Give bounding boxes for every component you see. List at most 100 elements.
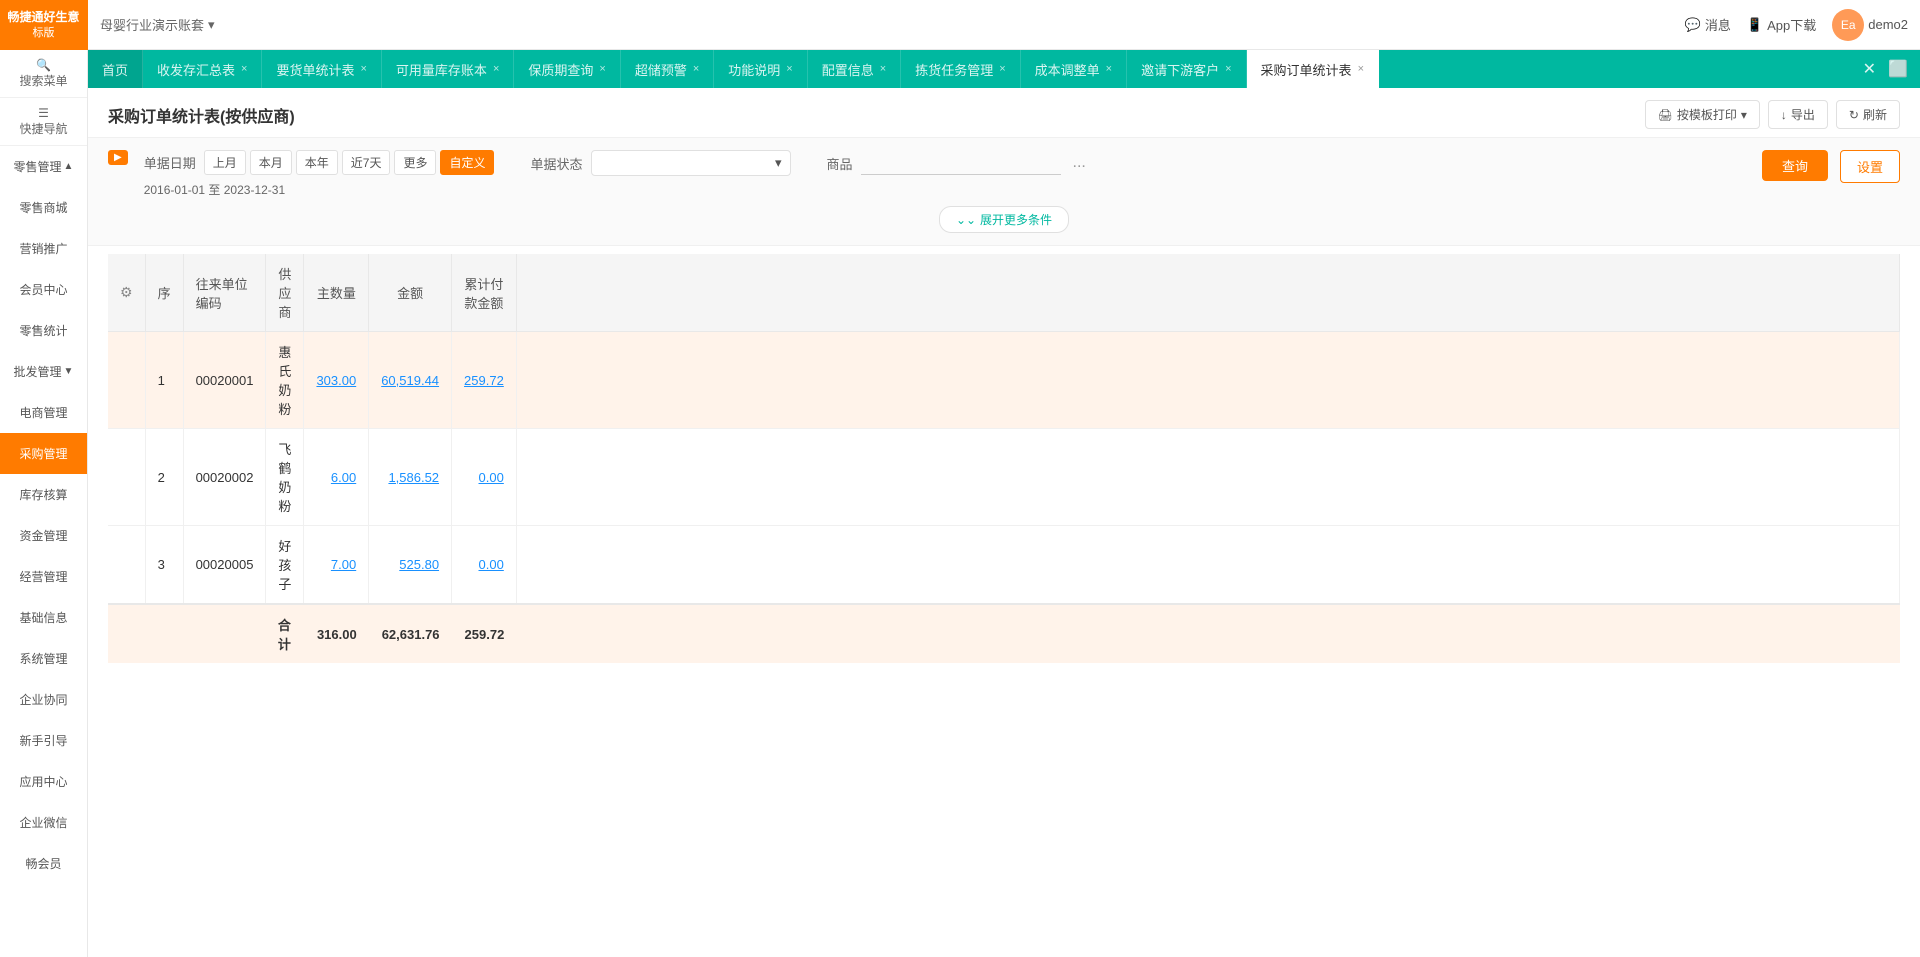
more-options-icon[interactable]: ... — [1073, 154, 1086, 172]
row-extra — [516, 526, 1899, 605]
sidebar-item-newbie[interactable]: 新手引导 — [0, 720, 87, 761]
print-button[interactable]: 🖨 按模板打印 ▾ — [1645, 100, 1760, 129]
sidebar: 畅捷通好生意标版 🔍 搜索菜单 ☰ 快捷导航 零售管理 ▲ 零售商城 营销推广 … — [0, 0, 88, 957]
close-icon[interactable]: × — [1358, 63, 1364, 75]
sidebar-item-label: 基础信息 — [19, 611, 67, 625]
row-amount[interactable]: 525.80 — [369, 526, 452, 605]
table-row[interactable]: 2 00020002 飞鹤奶粉 6.00 1,586.52 0.00 — [108, 429, 1900, 526]
settings-icon[interactable]: ⚙ — [120, 284, 133, 300]
tab-goods-stat[interactable]: 要货单统计表 × — [262, 50, 381, 88]
page-title: 采购订单统计表(按供应商) — [108, 103, 295, 127]
tab-home[interactable]: 首页 — [88, 50, 143, 88]
row-supplier: 飞鹤奶粉 — [266, 429, 304, 526]
nav-tabs-end: ✕ ⬜ — [1851, 59, 1920, 79]
row-amount[interactable]: 1,586.52 — [369, 429, 452, 526]
table-row[interactable]: 1 00020001 惠氏奶粉 303.00 60,519.44 259.72 — [108, 332, 1900, 429]
row-qty[interactable]: 6.00 — [304, 429, 369, 526]
date-btn-more[interactable]: 更多 — [394, 150, 436, 175]
sidebar-item-retail-stat[interactable]: 零售统计 — [0, 310, 87, 351]
tab-inventory-ledger[interactable]: 可用量库存账本 × — [382, 50, 514, 88]
sidebar-item-label: 采购管理 — [19, 447, 67, 461]
sidebar-item-operation[interactable]: 经营管理 — [0, 556, 87, 597]
sidebar-item-retail-shop[interactable]: 零售商城 — [0, 187, 87, 228]
sidebar-item-basic[interactable]: 基础信息 — [0, 597, 87, 638]
tab-cost-adjust[interactable]: 成本调整单 × — [1021, 50, 1127, 88]
row-settings-cell — [108, 332, 145, 429]
close-icon[interactable]: × — [1225, 63, 1231, 75]
query-button[interactable]: 查询 — [1762, 150, 1828, 181]
message-action[interactable]: 💬 消息 — [1685, 15, 1731, 34]
table-footer-row: 合计 316.00 62,631.76 259.72 — [108, 604, 1900, 663]
close-icon[interactable]: × — [999, 63, 1005, 75]
sidebar-quick-nav[interactable]: ☰ 快捷导航 — [0, 98, 87, 146]
tab-label: 要货单统计表 — [276, 60, 354, 79]
restore-window-icon[interactable]: ⬜ — [1884, 59, 1912, 79]
close-icon[interactable]: × — [786, 63, 792, 75]
app-download-action[interactable]: 📱 App下载 — [1747, 15, 1816, 34]
sidebar-item-member[interactable]: 会员中心 — [0, 269, 87, 310]
status-select[interactable]: ▾ — [591, 150, 791, 176]
date-btn-this-year[interactable]: 本年 — [296, 150, 338, 175]
row-index: 1 — [145, 332, 183, 429]
settings-button[interactable]: 设置 — [1840, 150, 1900, 183]
sidebar-item-label: 零售管理 — [14, 158, 62, 175]
date-btn-custom[interactable]: 自定义 — [440, 150, 494, 175]
sidebar-item-system[interactable]: 系统管理 — [0, 638, 87, 679]
close-icon[interactable]: × — [493, 63, 499, 75]
row-qty[interactable]: 303.00 — [304, 332, 369, 429]
col-settings[interactable]: ⚙ — [108, 254, 145, 332]
date-btn-7days[interactable]: 近7天 — [342, 150, 391, 175]
tab-expiry[interactable]: 保质期查询 × — [514, 50, 620, 88]
export-button[interactable]: ↓ 导出 — [1768, 100, 1828, 129]
footer-extra — [516, 604, 1899, 663]
logo[interactable]: 畅捷通好生意标版 — [0, 0, 88, 50]
sidebar-item-retail[interactable]: 零售管理 ▲ — [0, 146, 87, 187]
close-icon[interactable]: × — [1106, 63, 1112, 75]
expand-more-button[interactable]: ⌄⌄ 展开更多条件 — [939, 206, 1069, 233]
date-btn-this-month[interactable]: 本月 — [250, 150, 292, 175]
tab-overstock[interactable]: 超储预警 × — [621, 50, 714, 88]
sidebar-item-enterprise[interactable]: 企业协同 — [0, 679, 87, 720]
close-window-icon[interactable]: ✕ — [1859, 59, 1880, 79]
close-icon[interactable]: × — [599, 63, 605, 75]
sidebar-item-wechat[interactable]: 企业微信 — [0, 802, 87, 843]
sidebar-item-appstore[interactable]: 应用中心 — [0, 761, 87, 802]
tab-config-info[interactable]: 配置信息 × — [808, 50, 901, 88]
topbar-title-dropdown[interactable]: 母婴行业演示账套 ▾ — [100, 15, 215, 34]
tab-stock-task[interactable]: 拣货任务管理 × — [901, 50, 1020, 88]
filter-date-buttons: 上月 本月 本年 近7天 更多 自定义 — [204, 150, 495, 175]
tab-invite-downstream[interactable]: 邀请下游客户 × — [1127, 50, 1246, 88]
row-code: 00020002 — [183, 429, 266, 526]
chevron-up-icon: ▲ — [64, 161, 74, 172]
close-icon[interactable]: × — [693, 63, 699, 75]
close-icon[interactable]: × — [360, 63, 366, 75]
sidebar-item-finance[interactable]: 资金管理 — [0, 515, 87, 556]
close-icon[interactable]: × — [241, 63, 247, 75]
tab-collect-pay[interactable]: 收发存汇总表 × — [143, 50, 262, 88]
sidebar-item-ecommerce[interactable]: 电商管理 — [0, 392, 87, 433]
tab-feature-desc[interactable]: 功能说明 × — [714, 50, 807, 88]
row-paid[interactable]: 0.00 — [452, 526, 517, 605]
date-btn-last-month[interactable]: 上月 — [204, 150, 246, 175]
sidebar-item-wholesale[interactable]: 批发管理 ▼ — [0, 351, 87, 392]
user-profile[interactable]: Ea demo2 — [1832, 9, 1908, 41]
sidebar-item-marketing[interactable]: 营销推广 — [0, 228, 87, 269]
sidebar-item-member2[interactable]: 畅会员 — [0, 843, 87, 884]
close-icon[interactable]: × — [880, 63, 886, 75]
row-paid[interactable]: 0.00 — [452, 429, 517, 526]
row-qty[interactable]: 7.00 — [304, 526, 369, 605]
refresh-button[interactable]: ↻ 刷新 — [1836, 100, 1900, 129]
goods-input[interactable] — [861, 151, 1061, 175]
sidebar-item-purchase[interactable]: 采购管理 — [0, 433, 87, 474]
filter-toggle-icon[interactable]: ▶ — [108, 150, 128, 165]
chevron-down-icon: ▾ — [775, 155, 782, 171]
tab-purchase-stat[interactable]: 采购订单统计表 × — [1247, 50, 1379, 88]
row-amount[interactable]: 60,519.44 — [369, 332, 452, 429]
purchase-stat-table: ⚙ 序 往来单位编码 供应商 主数量 金额 累计付款金额 1 — [108, 254, 1900, 663]
sidebar-item-inventory[interactable]: 库存核算 — [0, 474, 87, 515]
table-row[interactable]: 3 00020005 好孩子 7.00 525.80 0.00 — [108, 526, 1900, 605]
row-paid[interactable]: 259.72 — [452, 332, 517, 429]
sidebar-search[interactable]: 🔍 搜索菜单 — [0, 50, 87, 98]
date-range-display: 2016-01-01 至 2023-12-31 — [144, 181, 495, 198]
tab-label: 首页 — [102, 60, 128, 79]
